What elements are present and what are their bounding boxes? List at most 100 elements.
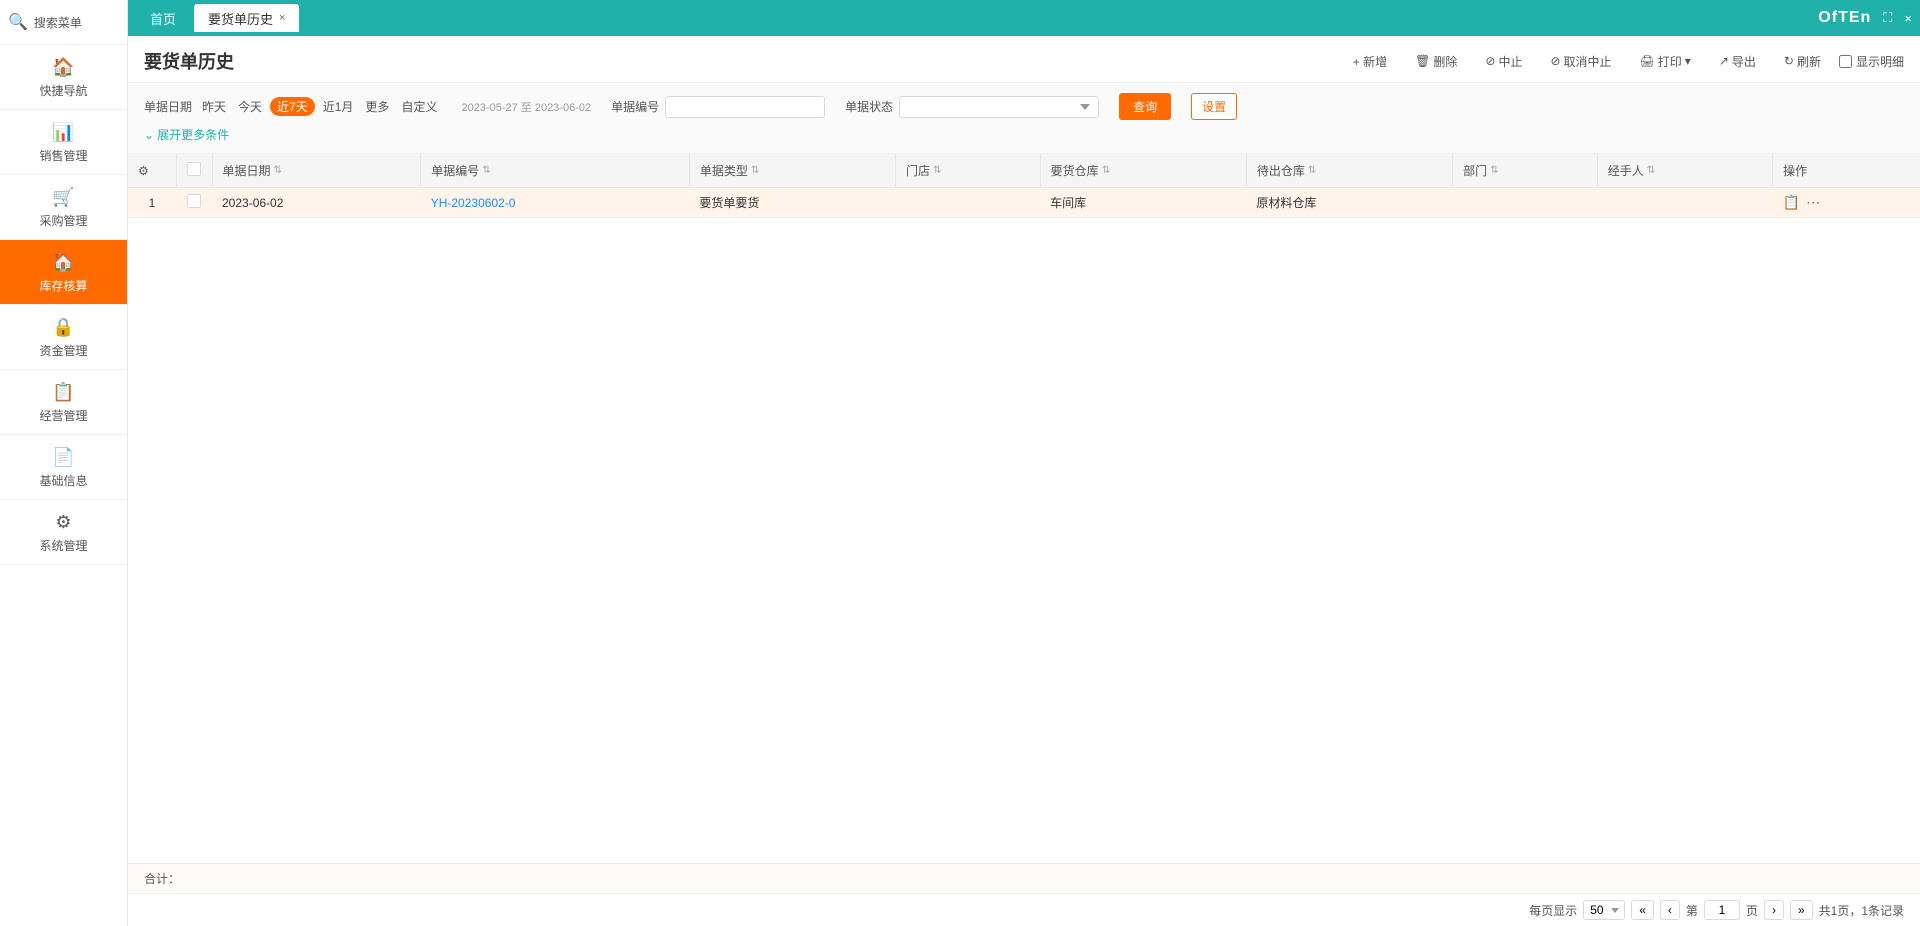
- next-page-button[interactable]: ›: [1764, 900, 1784, 920]
- td-action: 📋 ⋯: [1773, 188, 1920, 218]
- th-checkbox: [176, 154, 212, 188]
- th-date[interactable]: 单据日期 ⇅: [212, 154, 421, 188]
- tab-bar: 首页 要货单历史 × OfTEn ⛶ ×: [128, 0, 1920, 36]
- toolbar: + 新增 🗑 删除 ⊘ 中止 ⊘ 取消中止 🖨 打印 ▾: [1343, 49, 1904, 74]
- total-label: 合计：: [144, 870, 180, 887]
- footer-total: 合计：: [128, 863, 1920, 893]
- print-button[interactable]: 🖨 打印 ▾: [1630, 49, 1701, 74]
- th-req-warehouse[interactable]: 要货仓库 ⇅: [1040, 154, 1246, 188]
- table-row: 1 2023-06-02 YH-20230602-0 要货单要货 车间库 原材料…: [128, 188, 1920, 218]
- sort-number-icon: ⇅: [482, 165, 490, 176]
- prev-page-button[interactable]: ‹: [1660, 900, 1680, 920]
- sidebar-label-operations: 经营管理: [39, 407, 87, 424]
- sidebar-icon-basic-info: 📄: [52, 447, 74, 468]
- maximize-icon[interactable]: ⛶: [1883, 10, 1892, 26]
- th-handler[interactable]: 经手人 ⇅: [1597, 154, 1772, 188]
- sidebar-icon-operations: 📋: [52, 382, 74, 403]
- date-option-0[interactable]: 昨天: [198, 97, 230, 116]
- td-settings: 1: [128, 188, 176, 218]
- sidebar-icon-sales: 📊: [52, 122, 74, 143]
- sidebar-label-purchase: 采购管理: [39, 212, 87, 229]
- per-page-select[interactable]: 50: [1583, 900, 1625, 920]
- tab-close-icon[interactable]: ×: [279, 12, 285, 24]
- sidebar-item-system[interactable]: ⚙ 系统管理: [0, 500, 127, 565]
- page-number-input[interactable]: [1704, 900, 1740, 920]
- sort-pending-warehouse-icon: ⇅: [1308, 165, 1316, 176]
- date-filter-group: 单据日期 昨天今天近7天近1月更多自定义: [144, 97, 441, 116]
- filter-row: 单据日期 昨天今天近7天近1月更多自定义 2023-05-27 至 2023-0…: [144, 93, 1904, 120]
- first-page-button[interactable]: «: [1631, 900, 1654, 920]
- date-option-4[interactable]: 更多: [361, 97, 393, 116]
- bill-number-filter-group: 单据编号: [611, 96, 825, 118]
- td-date: 2023-06-02: [212, 188, 421, 218]
- sidebar-item-quick-nav[interactable]: 🏠 快捷导航: [0, 45, 127, 110]
- settings-button[interactable]: 设置: [1191, 93, 1237, 120]
- bill-number-input[interactable]: [665, 96, 825, 118]
- th-pending-warehouse[interactable]: 待出仓库 ⇅: [1246, 154, 1452, 188]
- date-options: 昨天今天近7天近1月更多自定义: [198, 97, 441, 116]
- td-dept: [1453, 188, 1598, 218]
- date-option-3[interactable]: 近1月: [319, 97, 358, 116]
- tab-home[interactable]: 首页: [136, 4, 190, 32]
- sidebar-search[interactable]: 🔍 搜索菜单: [0, 0, 127, 45]
- query-button[interactable]: 查询: [1119, 93, 1171, 120]
- page-header: 要货单历史 + 新增 🗑 删除 ⊘ 中止 ⊘ 取消中止 🖨 打印: [128, 36, 1920, 83]
- stop-button[interactable]: ⊘ 中止: [1475, 49, 1532, 74]
- export-button[interactable]: ↗ 导出: [1709, 49, 1766, 74]
- tab-active[interactable]: 要货单历史 ×: [194, 4, 299, 32]
- expand-more-btn[interactable]: ⌄ 展开更多条件: [144, 126, 1904, 143]
- filter-area: 单据日期 昨天今天近7天近1月更多自定义 2023-05-27 至 2023-0…: [128, 83, 1920, 154]
- date-range: 2023-05-27 至 2023-06-02: [461, 99, 591, 115]
- row-checkbox-0[interactable]: [187, 194, 201, 208]
- cancel-stop-icon: ⊘: [1550, 54, 1560, 68]
- table-header-row: ⚙ 单据日期 ⇅ 单据编号: [128, 154, 1920, 188]
- data-table: ⚙ 单据日期 ⇅ 单据编号: [128, 154, 1920, 218]
- sidebar-item-basic-info[interactable]: 📄 基础信息: [0, 435, 127, 500]
- header-checkbox[interactable]: [187, 162, 201, 176]
- refresh-icon: ↻: [1784, 54, 1794, 68]
- th-type[interactable]: 单据类型 ⇅: [689, 154, 895, 188]
- th-dept[interactable]: 部门 ⇅: [1453, 154, 1598, 188]
- show-detail-input[interactable]: [1839, 55, 1852, 68]
- tab-active-label: 要货单历史: [208, 9, 273, 28]
- show-detail-checkbox[interactable]: 显示明细: [1839, 53, 1904, 70]
- sidebar-item-sales[interactable]: 📊 销售管理: [0, 110, 127, 175]
- th-store[interactable]: 门店 ⇅: [896, 154, 1041, 188]
- sidebar-item-operations[interactable]: 📋 经营管理: [0, 370, 127, 435]
- status-select[interactable]: [899, 96, 1099, 118]
- table-body: 1 2023-06-02 YH-20230602-0 要货单要货 车间库 原材料…: [128, 188, 1920, 218]
- bill-number-link[interactable]: YH-20230602-0: [431, 196, 516, 210]
- action-more-icon[interactable]: ⋯: [1806, 194, 1820, 211]
- sort-handler-icon: ⇅: [1647, 165, 1655, 176]
- per-page-label: 每页显示: [1529, 902, 1577, 919]
- sidebar-item-inventory[interactable]: 🏠 库存核算: [0, 240, 127, 305]
- td-pending-warehouse: 原材料仓库: [1246, 188, 1452, 218]
- td-checkbox[interactable]: [176, 188, 212, 218]
- date-filter-label: 单据日期: [144, 98, 192, 115]
- page-content: 要货单历史 + 新增 🗑 删除 ⊘ 中止 ⊘ 取消中止 🖨 打印: [128, 36, 1920, 926]
- sidebar-item-finance[interactable]: 🔒 资金管理: [0, 305, 127, 370]
- close-icon[interactable]: ×: [1904, 11, 1912, 26]
- bill-number-label: 单据编号: [611, 98, 659, 115]
- action-edit-icon[interactable]: 📋: [1783, 194, 1800, 211]
- th-settings[interactable]: ⚙: [128, 154, 176, 188]
- delete-button[interactable]: 🗑 删除: [1405, 49, 1467, 74]
- date-option-2[interactable]: 近7天: [270, 97, 315, 116]
- sidebar-label-finance: 资金管理: [39, 342, 87, 359]
- th-number[interactable]: 单据编号 ⇅: [421, 154, 690, 188]
- new-button[interactable]: + 新增: [1343, 49, 1397, 74]
- cancel-stop-button[interactable]: ⊘ 取消中止: [1540, 49, 1621, 74]
- table-area: ⚙ 单据日期 ⇅ 单据编号: [128, 154, 1920, 863]
- refresh-button[interactable]: ↻ 刷新: [1774, 49, 1831, 74]
- sidebar-item-purchase[interactable]: 🛒 采购管理: [0, 175, 127, 240]
- print-icon: 🖨: [1640, 54, 1655, 68]
- sort-dept-icon: ⇅: [1490, 165, 1498, 176]
- print-dropdown-icon: ▾: [1685, 54, 1691, 68]
- last-page-button[interactable]: »: [1790, 900, 1813, 920]
- sidebar: 🔍 搜索菜单 🏠 快捷导航 📊 销售管理 🛒 采购管理 🏠 库存核算 🔒 资金管…: [0, 0, 128, 926]
- sort-type-icon: ⇅: [751, 165, 759, 176]
- date-option-1[interactable]: 今天: [234, 97, 266, 116]
- date-option-5[interactable]: 自定义: [397, 97, 441, 116]
- sidebar-icon-system: ⚙: [55, 512, 71, 533]
- td-handler: [1597, 188, 1772, 218]
